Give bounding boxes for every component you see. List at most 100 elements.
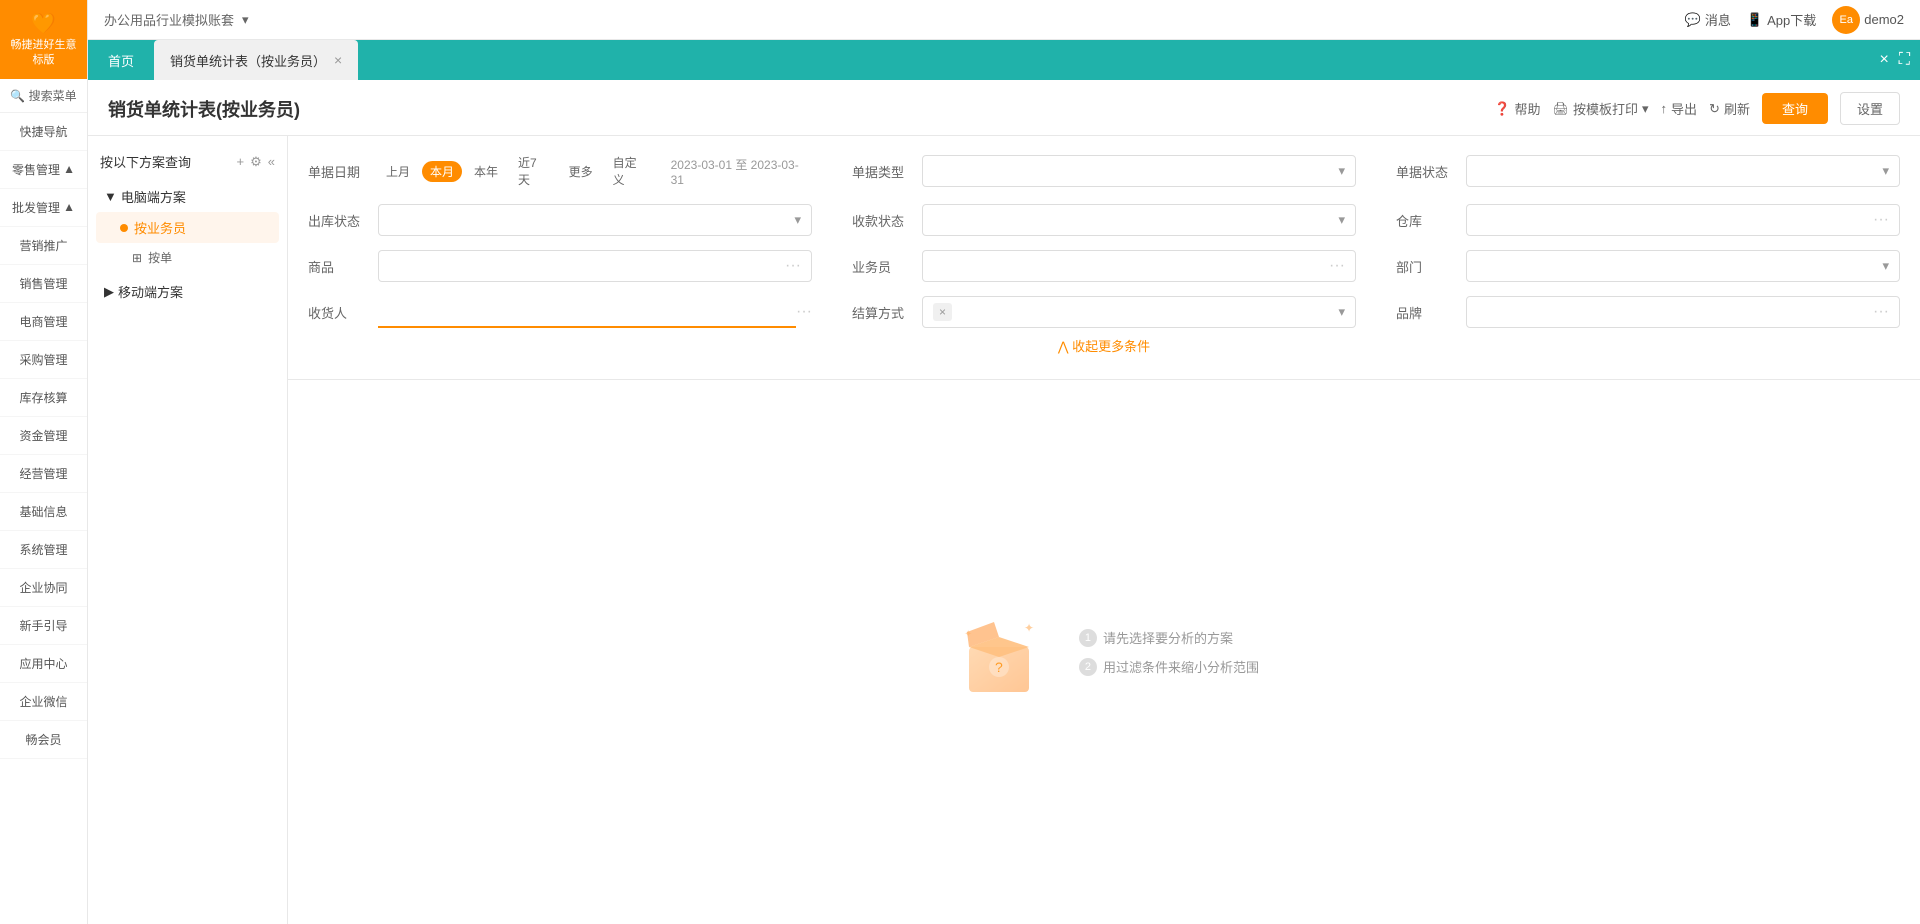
salesperson-ellipsis-icon[interactable]: ··· — [1329, 257, 1345, 275]
sidebar-item-wechat[interactable]: 企业微信 — [0, 683, 87, 721]
app-title-dropdown[interactable]: ▾ — [242, 12, 249, 28]
filter-department-select[interactable]: ▾ — [1466, 250, 1900, 282]
user-profile[interactable]: Ea demo2 — [1832, 6, 1904, 34]
filter-consignee-control[interactable]: ··· — [378, 296, 812, 328]
filter-cell-brand: 品牌 ··· — [1396, 296, 1900, 328]
active-dot-icon: ● — [120, 224, 128, 232]
panel-settings-icon[interactable]: ⚙ — [250, 154, 262, 170]
tree-group-desktop-header[interactable]: ▼ 电脑端方案 — [96, 181, 279, 212]
filter-goods-control[interactable]: ··· — [378, 250, 812, 282]
filter-outstatus-control[interactable]: ▾ — [378, 204, 812, 236]
topbar-left: 办公用品行业模拟账套 ▾ — [104, 10, 249, 29]
app-download-label: App下载 — [1767, 10, 1816, 29]
grid-icon: ⊞ — [132, 251, 142, 265]
filter-warehouse-input[interactable]: ··· — [1466, 204, 1900, 236]
sidebar-item-apps[interactable]: 应用中心 — [0, 645, 87, 683]
filter-payment-control[interactable]: ▾ — [922, 204, 1356, 236]
sidebar-logo[interactable]: 🧡 畅捷进好生意 标版 — [0, 0, 87, 79]
left-panel: 按以下方案查询 + ⚙ « ▼ 电脑端方案 ● 按业务员 — [88, 136, 288, 924]
settings-button[interactable]: 设置 — [1840, 92, 1900, 125]
sidebar-item-purchase[interactable]: 采购管理 — [0, 341, 87, 379]
filter-docstatus-select[interactable]: ▾ — [1466, 155, 1900, 187]
doctype-dropdown-icon: ▾ — [1338, 163, 1345, 179]
help-label: 帮助 — [1514, 99, 1540, 118]
filter-goods-input[interactable]: ··· — [378, 250, 812, 282]
filter-settlement-select[interactable]: × ▾ — [922, 296, 1356, 328]
window-maximize-button[interactable]: ⛶ — [1899, 51, 1910, 69]
panel-collapse-icon[interactable]: « — [268, 154, 275, 170]
filter-department-control[interactable]: ▾ — [1466, 250, 1900, 282]
print-dropdown-icon[interactable]: ▾ — [1642, 101, 1649, 117]
tree-item-by-salesperson[interactable]: ● 按业务员 — [96, 212, 279, 243]
filter-warehouse-control[interactable]: ··· — [1466, 204, 1900, 236]
filter-consignee-input[interactable] — [378, 296, 796, 328]
filter-cell-docstatus: 单据状态 ▾ — [1396, 152, 1900, 190]
filter-doctype-control[interactable]: ▾ — [922, 155, 1356, 187]
tree-group-mobile-label: 移动端方案 — [118, 282, 183, 301]
warehouse-ellipsis-icon[interactable]: ··· — [1873, 211, 1889, 229]
tree-group-mobile-arrow: ▶ — [104, 284, 114, 300]
settlement-tag-close[interactable]: × — [939, 305, 946, 319]
sidebar-item-guide[interactable]: 新手引导 — [0, 607, 87, 645]
filter-salesperson-input[interactable]: ··· — [922, 250, 1356, 282]
sidebar-item-quick-nav[interactable]: 快捷导航 — [0, 113, 87, 151]
message-button[interactable]: 💬 消息 — [1685, 10, 1731, 29]
tree-group-mobile-header[interactable]: ▶ 移动端方案 — [96, 276, 279, 307]
filter-consignee-label: 收货人 — [308, 303, 368, 322]
filter-cell-warehouse: 仓库 ··· — [1396, 204, 1900, 236]
brand-ellipsis-icon[interactable]: ··· — [1873, 303, 1889, 321]
sidebar-search[interactable]: 🔍 搜索菜单 — [0, 79, 87, 113]
sidebar-item-finance[interactable]: 资金管理 — [0, 417, 87, 455]
date-tab-thisyear[interactable]: 本年 — [466, 161, 506, 182]
sidebar-item-basic[interactable]: 基础信息 — [0, 493, 87, 531]
query-button[interactable]: 查询 — [1762, 93, 1828, 124]
collapse-button[interactable]: ⋀ 收起更多条件 — [308, 328, 1900, 363]
filter-payment-select[interactable]: ▾ — [922, 204, 1356, 236]
help-button[interactable]: ❓ 帮助 — [1494, 99, 1540, 118]
sidebar-item-wholesale[interactable]: 批发管理▲ — [0, 189, 87, 227]
date-tab-more[interactable]: 更多 — [561, 161, 601, 182]
sidebar: 🧡 畅捷进好生意 标版 🔍 搜索菜单 快捷导航 零售管理▲ 批发管理▲ 营销推广… — [0, 0, 88, 924]
filter-goods-label: 商品 — [308, 257, 368, 276]
date-tab-7days[interactable]: 近7天 — [510, 152, 557, 190]
window-close-button[interactable]: × — [1879, 51, 1888, 69]
sidebar-item-sales[interactable]: 销售管理 — [0, 265, 87, 303]
download-icon: 📱 — [1747, 12, 1763, 28]
consignee-ellipsis-icon[interactable]: ··· — [796, 303, 812, 321]
refresh-button[interactable]: ↻ 刷新 — [1709, 99, 1750, 118]
filter-brand-label: 品牌 — [1396, 303, 1456, 322]
tab-close-button[interactable]: × — [334, 52, 342, 68]
sidebar-item-inventory[interactable]: 库存核算 — [0, 379, 87, 417]
print-button[interactable]: 🖨 按模板打印 ▾ — [1552, 99, 1648, 118]
sidebar-item-ecommerce[interactable]: 电商管理 — [0, 303, 87, 341]
step1-text: 请先选择要分析的方案 — [1103, 628, 1233, 647]
sidebar-item-system[interactable]: 系统管理 — [0, 531, 87, 569]
sidebar-item-enterprise[interactable]: 企业协同 — [0, 569, 87, 607]
tab-home[interactable]: 首页 — [88, 40, 154, 80]
goods-ellipsis-icon[interactable]: ··· — [785, 257, 801, 275]
sidebar-item-marketing[interactable]: 营销推广 — [0, 227, 87, 265]
panel-add-icon[interactable]: + — [237, 154, 245, 170]
tab-active[interactable]: 销货单统计表（按业务员） × — [154, 40, 358, 80]
sidebar-item-operations[interactable]: 经营管理 — [0, 455, 87, 493]
date-tab-lastmonth[interactable]: 上月 — [378, 161, 418, 182]
tree-item-by-order[interactable]: ⊞ 按单 — [96, 243, 279, 272]
filter-brand-control[interactable]: ··· — [1466, 296, 1900, 328]
empty-state-content: ? ✦ ✦ 1 请先选择要分析的方案 2 用过滤条件来 — [949, 602, 1259, 702]
date-tab-custom[interactable]: 自定义 — [605, 152, 657, 190]
date-tab-thismonth[interactable]: 本月 — [422, 161, 462, 182]
filter-settlement-control[interactable]: × ▾ — [922, 296, 1356, 328]
sidebar-item-retail[interactable]: 零售管理▲ — [0, 151, 87, 189]
tree-item-label: 按业务员 — [134, 218, 186, 237]
filter-brand-input[interactable]: ··· — [1466, 296, 1900, 328]
filter-outstatus-select[interactable]: ▾ — [378, 204, 812, 236]
step2-text: 用过滤条件来缩小分析范围 — [1103, 657, 1259, 676]
sidebar-item-member[interactable]: 畅会员 — [0, 721, 87, 759]
export-button[interactable]: ↑ 导出 — [1661, 99, 1698, 118]
tree-group-mobile: ▶ 移动端方案 — [96, 276, 279, 307]
filter-department-label: 部门 — [1396, 257, 1456, 276]
filter-doctype-select[interactable]: ▾ — [922, 155, 1356, 187]
filter-docstatus-control[interactable]: ▾ — [1466, 155, 1900, 187]
app-download-button[interactable]: 📱 App下载 — [1747, 10, 1816, 29]
filter-salesperson-control[interactable]: ··· — [922, 250, 1356, 282]
